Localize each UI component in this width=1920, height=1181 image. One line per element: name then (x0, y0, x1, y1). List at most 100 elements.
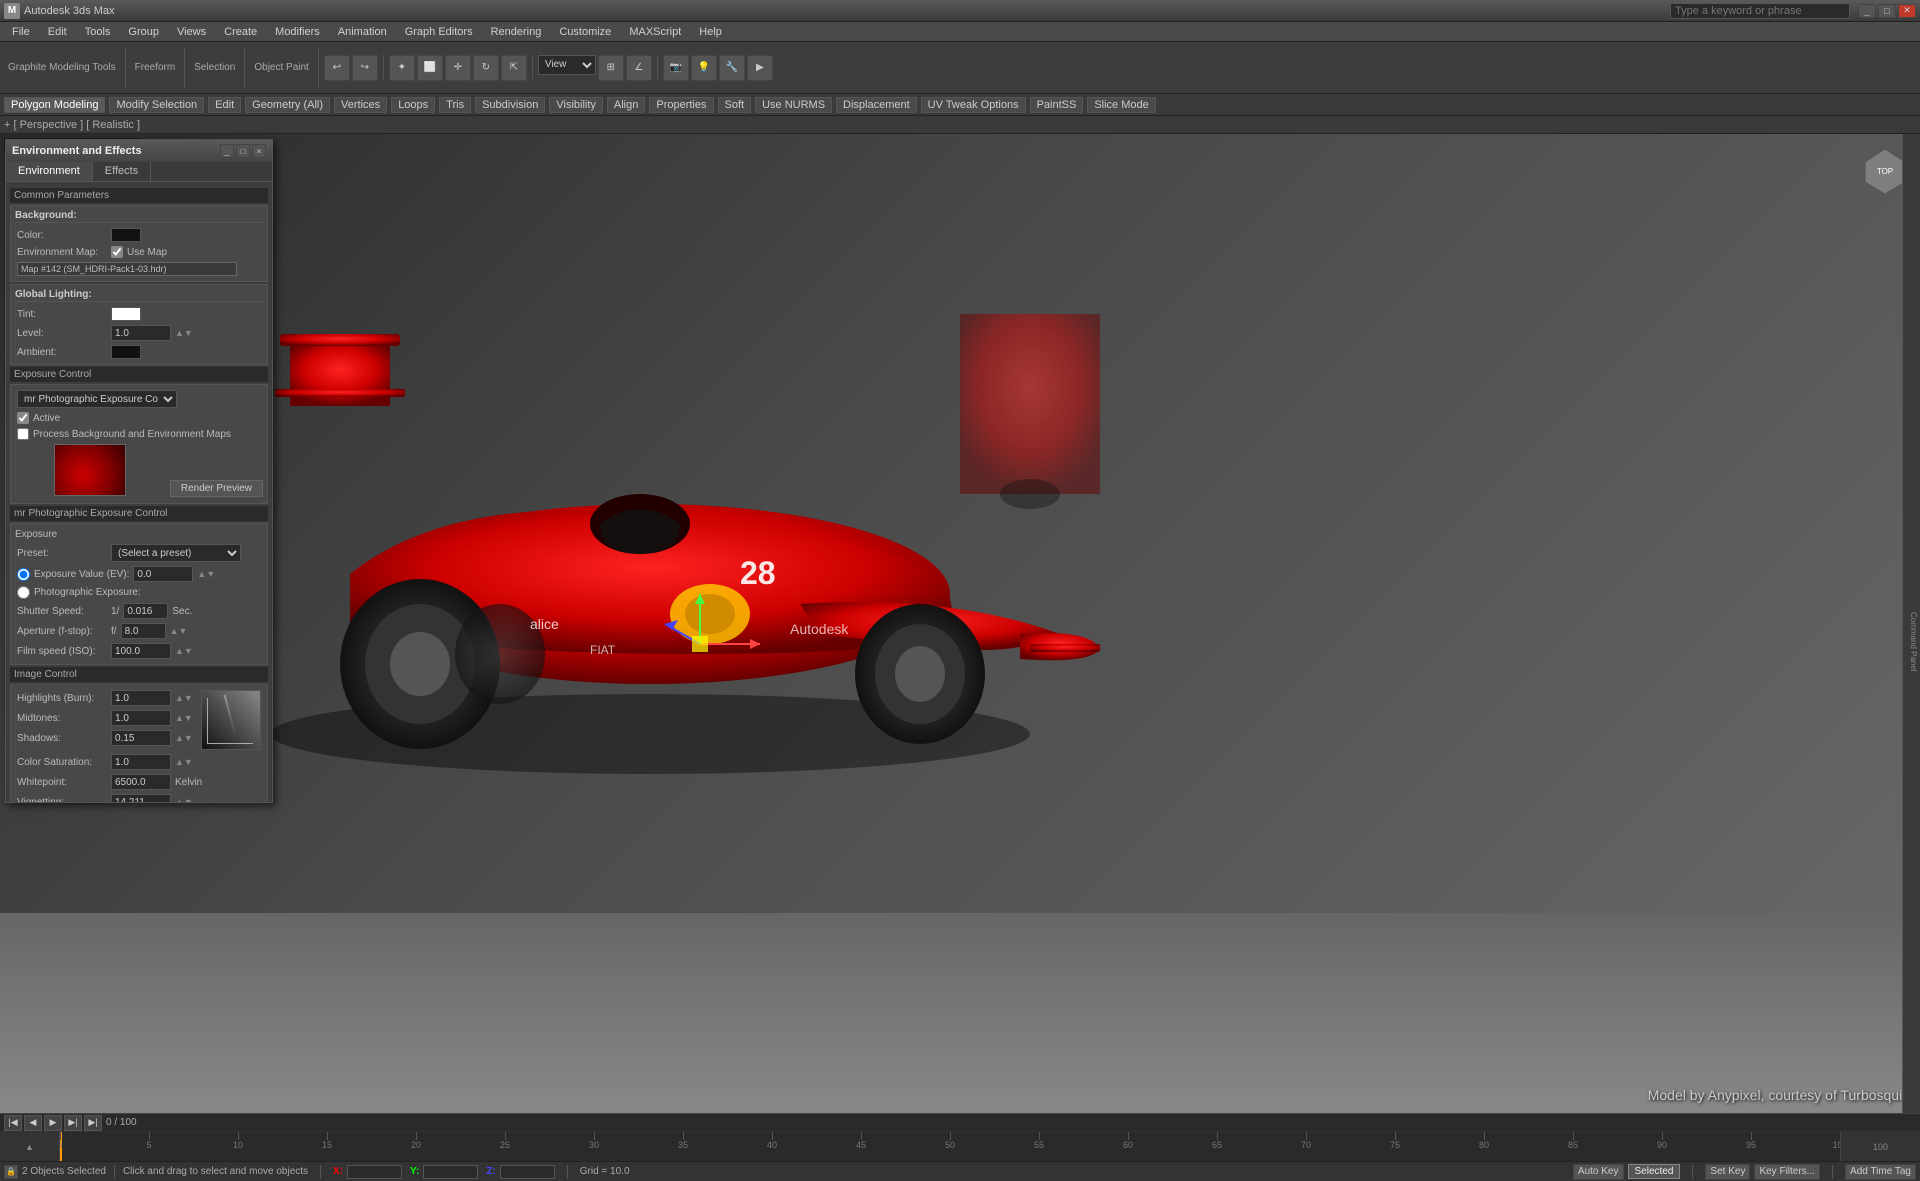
set-key-button[interactable]: Set Key (1705, 1164, 1750, 1180)
goto-end-button[interactable]: ▶| (84, 1115, 102, 1131)
ambient-swatch[interactable] (111, 345, 141, 359)
exposure-control-header[interactable]: Exposure Control (10, 367, 268, 382)
use-nurms-tab[interactable]: Use NURMS (755, 97, 832, 113)
light-button[interactable]: 💡 (691, 55, 717, 81)
aperture-input[interactable] (121, 623, 166, 639)
menu-help[interactable]: Help (691, 24, 730, 40)
scale-button[interactable]: ⇱ (501, 55, 527, 81)
edit-tab[interactable]: Edit (208, 97, 241, 113)
play-button[interactable]: ▶ (44, 1115, 62, 1131)
subdivision-tab[interactable]: Subdivision (475, 97, 545, 113)
use-map-checkbox[interactable] (111, 246, 123, 258)
image-control-header[interactable]: Image Control (10, 667, 268, 682)
visibility-tab[interactable]: Visibility (549, 97, 603, 113)
shutter-input[interactable] (123, 603, 168, 619)
highlights-input[interactable] (111, 690, 171, 706)
uv-tweak-tab[interactable]: UV Tweak Options (921, 97, 1026, 113)
next-frame-button[interactable]: ▶| (64, 1115, 82, 1131)
bg-color-swatch[interactable] (111, 228, 141, 242)
y-coord-input[interactable] (423, 1165, 478, 1179)
ev-input[interactable] (133, 566, 193, 582)
lock-icon[interactable]: 🔒 (4, 1165, 18, 1179)
menu-tools[interactable]: Tools (77, 24, 119, 40)
mr-exposure-header[interactable]: mr Photographic Exposure Control (10, 506, 268, 521)
panel-titlebar[interactable]: Environment and Effects _ □ × (6, 140, 272, 162)
select-region-button[interactable]: ⬜ (417, 55, 443, 81)
render-button[interactable]: ▶ (747, 55, 773, 81)
menu-file[interactable]: File (4, 24, 38, 40)
panel-maximize-button[interactable]: □ (236, 144, 250, 158)
tint-swatch[interactable] (111, 307, 141, 321)
render-setup-button[interactable]: 🔧 (719, 55, 745, 81)
select-button[interactable]: ✦ (389, 55, 415, 81)
render-preview-button[interactable]: Render Preview (170, 480, 263, 497)
move-button[interactable]: ✛ (445, 55, 471, 81)
x-coord-input[interactable] (347, 1165, 402, 1179)
goto-start-button[interactable]: |◀ (4, 1115, 22, 1131)
undo-button[interactable]: ↩ (324, 55, 350, 81)
menu-edit[interactable]: Edit (40, 24, 75, 40)
auto-key-button[interactable]: Auto Key (1573, 1164, 1624, 1180)
key-filters-button[interactable]: Key Filters... (1754, 1164, 1820, 1180)
snap-button[interactable]: ⊞ (598, 55, 624, 81)
shadows-input[interactable] (111, 730, 171, 746)
vignetting-input[interactable] (111, 794, 171, 802)
viewport[interactable]: 28 Autodesk alice FIAT (0, 134, 1920, 1113)
active-checkbox[interactable] (17, 412, 29, 424)
midtones-input[interactable] (111, 710, 171, 726)
soft-tab[interactable]: Soft (718, 97, 752, 113)
camera-button[interactable]: 📷 (663, 55, 689, 81)
minimize-button[interactable]: _ (1858, 4, 1876, 18)
menu-views[interactable]: Views (169, 24, 214, 40)
add-time-tag-button[interactable]: Add Time Tag (1845, 1164, 1916, 1180)
paintss-tab[interactable]: PaintSS (1030, 97, 1084, 113)
panel-close-button[interactable]: × (252, 144, 266, 158)
map-value-button[interactable]: Map #142 (SM_HDRI-Pack1-03.hdr) (17, 262, 237, 276)
photo-exposure-radio[interactable] (17, 586, 30, 599)
timeline-area[interactable]: ▲ 05101520253035404550556065707580859095… (0, 1131, 1920, 1161)
redo-button[interactable]: ↪ (352, 55, 378, 81)
polygon-modeling-tab[interactable]: Polygon Modeling (4, 97, 105, 113)
reference-coord-dropdown[interactable]: ViewScreenWorld (538, 55, 596, 75)
maximize-button[interactable]: □ (1878, 4, 1896, 18)
color-sat-input[interactable] (111, 754, 171, 770)
common-params-header[interactable]: Common Parameters (10, 188, 268, 203)
environment-tab[interactable]: Environment (6, 162, 93, 181)
menu-group[interactable]: Group (120, 24, 167, 40)
search-input[interactable] (1670, 3, 1850, 19)
timeline-label: 0 (60, 1140, 63, 1150)
menu-customize[interactable]: Customize (551, 24, 619, 40)
menu-create[interactable]: Create (216, 24, 265, 40)
whitepoint-input[interactable] (111, 774, 171, 790)
menu-animation[interactable]: Animation (330, 24, 395, 40)
preset-select[interactable]: (Select a preset) (111, 544, 241, 562)
angle-snap-button[interactable]: ∠ (626, 55, 652, 81)
close-button[interactable]: ✕ (1898, 4, 1916, 18)
vertices-tab[interactable]: Vertices (334, 97, 387, 113)
properties-tab[interactable]: Properties (649, 97, 713, 113)
menu-rendering[interactable]: Rendering (483, 24, 550, 40)
geometry-all-tab[interactable]: Geometry (All) (245, 97, 330, 113)
loops-tab[interactable]: Loops (391, 97, 435, 113)
process-bg-checkbox[interactable] (17, 428, 29, 440)
panel-minimize-button[interactable]: _ (220, 144, 234, 158)
rotate-button[interactable]: ↻ (473, 55, 499, 81)
level-input[interactable] (111, 325, 171, 341)
prev-frame-button[interactable]: ◀ (24, 1115, 42, 1131)
film-speed-input[interactable] (111, 643, 171, 659)
ev-radio[interactable] (17, 568, 30, 581)
menu-maxscript[interactable]: MAXScript (621, 24, 689, 40)
effects-tab[interactable]: Effects (93, 162, 151, 181)
y-axis-label: Y: (410, 1166, 419, 1177)
tris-tab[interactable]: Tris (439, 97, 471, 113)
z-coord-input[interactable] (500, 1165, 555, 1179)
exposure-type-select[interactable]: mr Photographic Exposure Contr... (17, 390, 177, 408)
timeline-track[interactable]: 0510152025303540455055606570758085909510… (60, 1132, 1840, 1161)
menu-modifiers[interactable]: Modifiers (267, 24, 328, 40)
align-tab[interactable]: Align (607, 97, 645, 113)
slice-mode-tab[interactable]: Slice Mode (1087, 97, 1155, 113)
displacement-tab[interactable]: Displacement (836, 97, 917, 113)
menu-graph-editors[interactable]: Graph Editors (397, 24, 481, 40)
modify-selection-tab[interactable]: Modify Selection (109, 97, 204, 113)
timeline-tick (416, 1132, 417, 1140)
